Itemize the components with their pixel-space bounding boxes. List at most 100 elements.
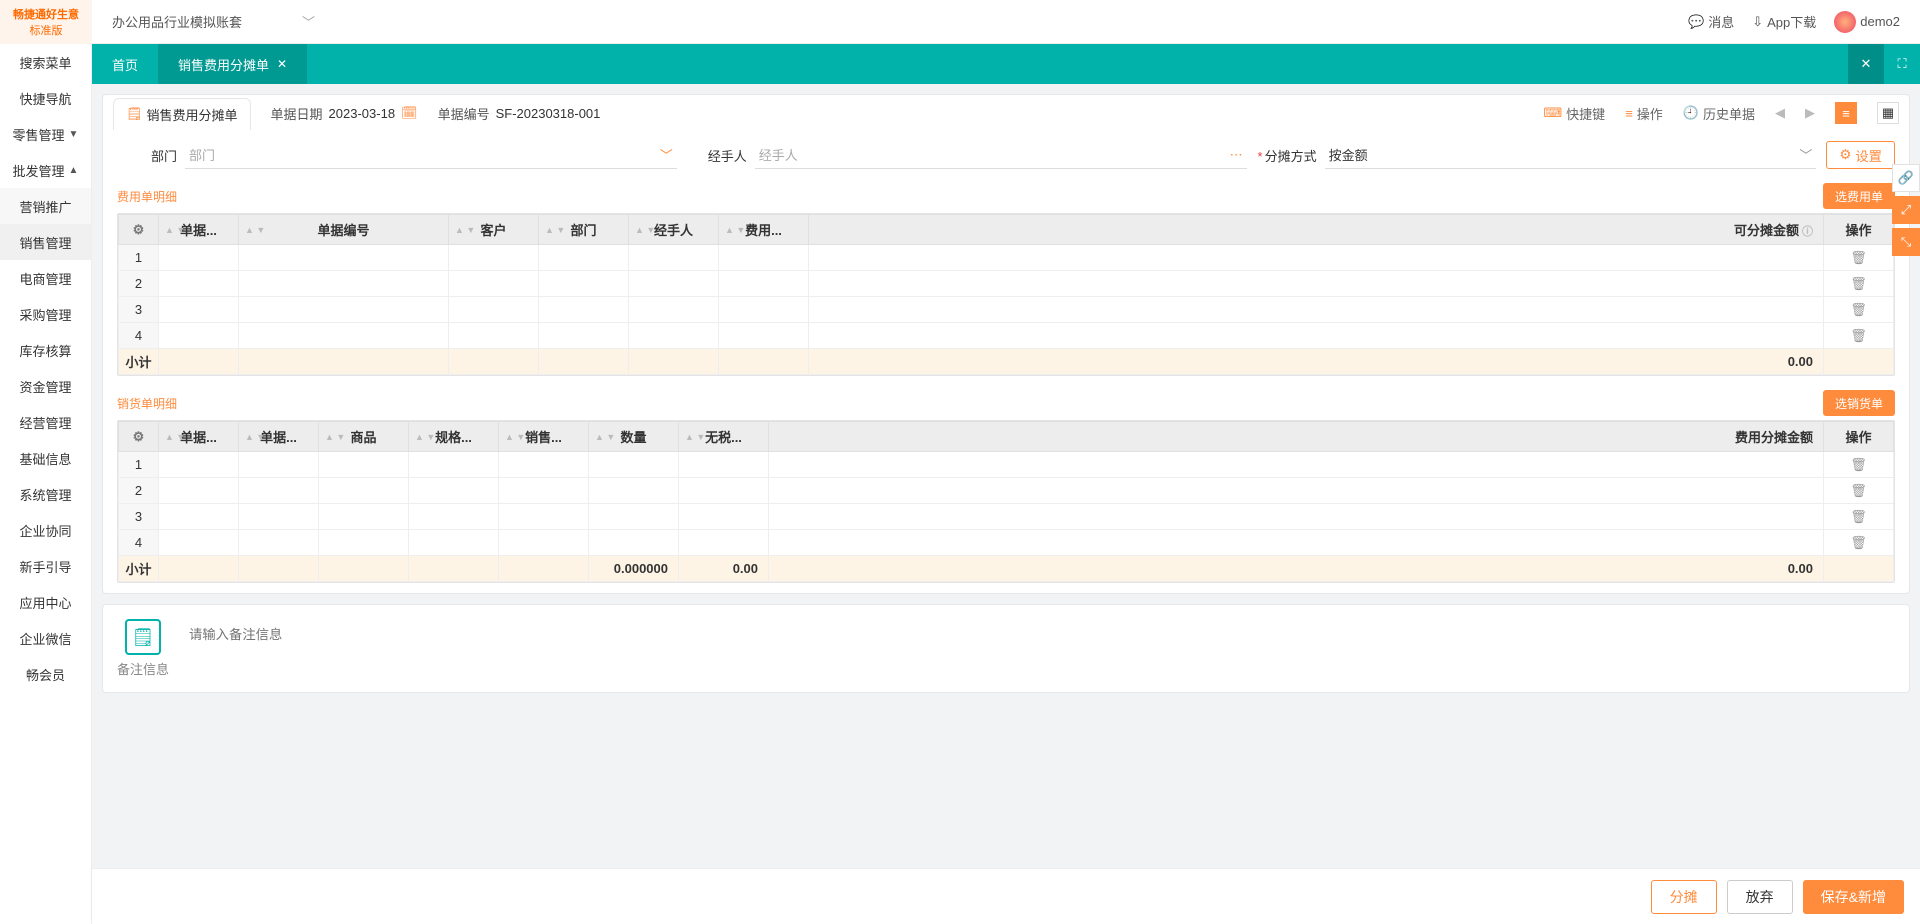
document-title: 销售费用分摊单 bbox=[147, 105, 238, 124]
operate-button[interactable]: ≡操作 bbox=[1625, 104, 1663, 123]
sidebar-item[interactable]: 应用中心 bbox=[0, 584, 91, 620]
table-row[interactable]: 1🗑 bbox=[119, 452, 1894, 478]
table-row[interactable]: 2🗑 bbox=[119, 478, 1894, 504]
sidebar-item[interactable]: 新手引导 bbox=[0, 548, 91, 584]
sidebar-item[interactable]: 企业协同 bbox=[0, 512, 91, 548]
rail-expand-button[interactable]: ⤢ bbox=[1892, 196, 1920, 224]
tab-active[interactable]: 销售费用分摊单 ✕ bbox=[158, 44, 307, 84]
message-button[interactable]: 💬 消息 bbox=[1688, 12, 1734, 31]
column-header-label: 客户 bbox=[480, 223, 506, 238]
app-download-label: App下载 bbox=[1767, 12, 1816, 31]
table-row[interactable]: 2🗑 bbox=[119, 271, 1894, 297]
tabbar: 首页 销售费用分摊单 ✕ ✕ ⛶ bbox=[92, 44, 1920, 84]
sort-icon[interactable]: ▲ ▼ bbox=[685, 433, 705, 441]
column-header-label: 商品 bbox=[350, 430, 376, 445]
tab-close-button[interactable]: ✕ bbox=[1848, 44, 1884, 84]
alloc-input[interactable]: 按金额﹀ bbox=[1325, 141, 1817, 169]
sidebar-item[interactable]: 采购管理 bbox=[0, 296, 91, 332]
sidebar-item[interactable]: 基础信息 bbox=[0, 440, 91, 476]
rail-attach-button[interactable]: 🔗 bbox=[1892, 164, 1920, 192]
sort-icon[interactable]: ▲ ▼ bbox=[245, 433, 265, 441]
sidebar-item-label: 批发管理 bbox=[13, 161, 65, 180]
delete-icon[interactable]: 🗑 bbox=[1850, 328, 1867, 343]
sort-icon[interactable]: ▲ ▼ bbox=[165, 226, 185, 234]
discard-button[interactable]: 放弃 bbox=[1727, 880, 1793, 914]
view-list-button[interactable]: ≡ bbox=[1835, 102, 1857, 124]
allocate-button[interactable]: 分摊 bbox=[1651, 880, 1717, 914]
doc-code-label: 单据编号 bbox=[438, 104, 490, 123]
dept-placeholder: 部门 bbox=[189, 145, 215, 164]
sidebar-item[interactable]: 库存核算 bbox=[0, 332, 91, 368]
sidebar-item[interactable]: 零售管理▼ bbox=[0, 116, 91, 152]
sidebar-subitem[interactable]: 营销推广 bbox=[0, 188, 91, 224]
table-row[interactable]: 1🗑 bbox=[119, 245, 1894, 271]
shortcut-button[interactable]: ⌨快捷键 bbox=[1543, 104, 1605, 123]
account-selector[interactable]: 办公用品行业模拟账套 ﹀ bbox=[112, 12, 315, 31]
tab-home[interactable]: 首页 bbox=[92, 44, 158, 84]
sort-icon[interactable]: ▲ ▼ bbox=[545, 226, 565, 234]
table-row[interactable]: 4🗑 bbox=[119, 323, 1894, 349]
select-sales-bill-button[interactable]: 选销货单 bbox=[1823, 390, 1895, 416]
app-download-button[interactable]: ⇩ App下载 bbox=[1752, 12, 1816, 31]
delete-icon[interactable]: 🗑 bbox=[1850, 302, 1867, 317]
user-menu[interactable]: demo2 bbox=[1834, 11, 1900, 33]
delete-icon[interactable]: 🗑 bbox=[1850, 276, 1867, 291]
delete-icon[interactable]: 🗑 bbox=[1850, 535, 1867, 550]
sidebar-item[interactable]: 畅会员 bbox=[0, 656, 91, 692]
tab-fullscreen-button[interactable]: ⛶ bbox=[1884, 44, 1920, 84]
sort-icon[interactable]: ▲ ▼ bbox=[245, 226, 265, 234]
close-icon[interactable]: ✕ bbox=[277, 57, 287, 71]
sort-icon[interactable]: ▲ ▼ bbox=[635, 226, 655, 234]
delete-icon[interactable]: 🗑 bbox=[1850, 250, 1867, 265]
sidebar-item[interactable]: 电商管理 bbox=[0, 260, 91, 296]
delete-icon[interactable]: 🗑 bbox=[1850, 483, 1867, 498]
doc-date-value[interactable]: 2023-03-18 bbox=[329, 106, 396, 121]
dept-input[interactable]: 部门 ﹀ bbox=[185, 141, 677, 169]
history-button[interactable]: 🕘历史单据 bbox=[1683, 104, 1755, 123]
sidebar-item[interactable]: 经营管理 bbox=[0, 404, 91, 440]
nav-next-button[interactable]: ▶ bbox=[1805, 105, 1815, 121]
table-row[interactable]: 3🗑 bbox=[119, 297, 1894, 323]
delete-icon[interactable]: 🗑 bbox=[1850, 509, 1867, 524]
sort-icon[interactable]: ▲ ▼ bbox=[725, 226, 745, 234]
sidebar-item[interactable]: 搜索菜单 bbox=[0, 44, 91, 80]
sidebar-item[interactable]: 批发管理▲ bbox=[0, 152, 91, 188]
nav-prev-button[interactable]: ◀ bbox=[1775, 105, 1785, 121]
calendar-icon[interactable]: 🗓 bbox=[401, 105, 418, 121]
gear-icon[interactable]: ⚙ bbox=[133, 222, 145, 237]
column-header-label: 单据... bbox=[260, 430, 297, 445]
select-expense-bill-button[interactable]: 选费用单 bbox=[1823, 183, 1895, 209]
sort-icon[interactable]: ▲ ▼ bbox=[505, 433, 525, 441]
sidebar-item[interactable]: 资金管理 bbox=[0, 368, 91, 404]
sort-icon[interactable]: ▲ ▼ bbox=[415, 433, 435, 441]
sort-icon[interactable]: ▲ ▼ bbox=[325, 433, 345, 441]
sort-icon[interactable]: ▲ ▼ bbox=[595, 433, 615, 441]
sort-icon[interactable]: ▲ ▼ bbox=[165, 433, 185, 441]
sidebar-subitem[interactable]: 销售管理 bbox=[0, 224, 91, 260]
save-and-new-button[interactable]: 保存&新增 bbox=[1803, 880, 1904, 914]
delete-icon[interactable]: 🗑 bbox=[1850, 457, 1867, 472]
sort-icon[interactable]: ▲ ▼ bbox=[455, 226, 475, 234]
settings-button[interactable]: ⚙设置 bbox=[1826, 141, 1895, 169]
note-input[interactable] bbox=[189, 619, 1895, 649]
sidebar-item[interactable]: 企业微信 bbox=[0, 620, 91, 656]
table-row[interactable]: 3🗑 bbox=[119, 504, 1894, 530]
note-panel: 🗒 备注信息 bbox=[102, 604, 1910, 693]
gear-icon[interactable]: ⚙ bbox=[133, 429, 145, 444]
document-header: 🗒 销售费用分摊单 单据日期 2023-03-18 🗓 单据编号 SF-2023… bbox=[103, 95, 1909, 131]
rail-collapse-button[interactable]: ⤡ bbox=[1892, 228, 1920, 256]
document-tab[interactable]: 🗒 销售费用分摊单 bbox=[113, 98, 251, 130]
sidebar-item-label: 新手引导 bbox=[19, 557, 71, 576]
avatar bbox=[1834, 11, 1856, 33]
sidebar-item[interactable]: 系统管理 bbox=[0, 476, 91, 512]
table-row[interactable]: 4🗑 bbox=[119, 530, 1894, 556]
settings-label: 设置 bbox=[1855, 146, 1882, 165]
handler-input[interactable]: 经手人⋯ bbox=[755, 141, 1247, 169]
chevron-down-icon: ﹀ bbox=[660, 145, 673, 164]
view-card-button[interactable]: ▦ bbox=[1877, 102, 1899, 124]
expense-grid: ⚙▲ ▼单据...▲ ▼单据编号▲ ▼客户▲ ▼部门▲ ▼经手人▲ ▼费用...… bbox=[117, 213, 1895, 376]
sidebar-item-label: 畅会员 bbox=[26, 665, 65, 684]
column-header-label: 费用... bbox=[745, 223, 782, 238]
sidebar-item[interactable]: 快捷导航 bbox=[0, 80, 91, 116]
right-rail: 🔗 ⤢ ⤡ bbox=[1892, 164, 1920, 256]
